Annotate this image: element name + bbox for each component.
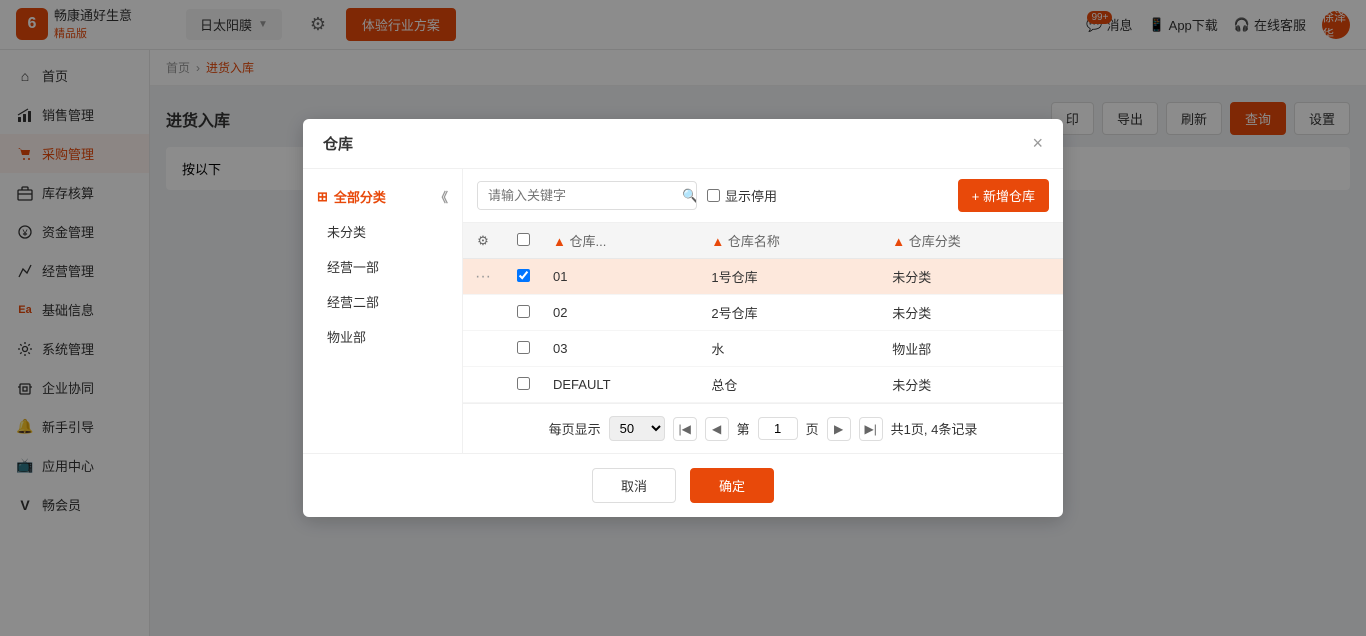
per-page-select[interactable]: 50 100	[609, 416, 665, 441]
sidebar-category-ops1[interactable]: 经营一部	[303, 249, 462, 284]
collapse-icon: 《	[435, 187, 448, 206]
category-label-unclassified: 未分类	[327, 225, 366, 240]
row-checkbox[interactable]	[517, 305, 530, 318]
row-more-icon[interactable]: ···	[475, 268, 491, 285]
last-page-button[interactable]: ▶|	[859, 417, 883, 441]
row-category: 物业部	[882, 331, 1063, 367]
col-name-header: ▲ 仓库名称	[701, 223, 882, 259]
row-category: 未分类	[882, 259, 1063, 295]
table-row[interactable]: 03 水 物业部	[463, 331, 1063, 367]
dialog-sidebar-header[interactable]: ⊞ 全部分类 《	[303, 179, 462, 214]
dialog-body: ⊞ 全部分类 《 未分类 经营一部 经营二部 物业部	[303, 169, 1063, 453]
dialog-header: 仓库 ×	[303, 119, 1063, 169]
row-name: 2号仓库	[701, 295, 882, 331]
dialog-sidebar: ⊞ 全部分类 《 未分类 经营一部 经营二部 物业部	[303, 169, 463, 453]
total-label: 共1页, 4条记录	[891, 419, 978, 438]
sidebar-category-ops2[interactable]: 经营二部	[303, 284, 462, 319]
warehouse-table: ⚙ ▲ 仓库... ▲ 仓库名称	[463, 223, 1063, 403]
col-check	[503, 223, 543, 259]
row-category: 未分类	[882, 367, 1063, 403]
row-code: DEFAULT	[543, 367, 701, 403]
next-page-button[interactable]: ▶	[827, 417, 851, 441]
table-row[interactable]: DEFAULT 总仓 未分类	[463, 367, 1063, 403]
dialog-close-button[interactable]: ×	[1032, 133, 1043, 154]
col-category-header: ▲ 仓库分类	[882, 223, 1063, 259]
dialog-title: 仓库	[323, 133, 353, 154]
row-checkbox[interactable]	[517, 269, 530, 282]
sidebar-category-property[interactable]: 物业部	[303, 319, 462, 354]
sidebar-category-unclassified[interactable]: 未分类	[303, 214, 462, 249]
dialog-footer: 取消 确定	[303, 453, 1063, 517]
row-checkbox-cell	[503, 367, 543, 403]
row-code: 02	[543, 295, 701, 331]
row-category: 未分类	[882, 295, 1063, 331]
dialog-table-wrap: ⚙ ▲ 仓库... ▲ 仓库名称	[463, 223, 1063, 403]
search-input[interactable]	[478, 182, 674, 209]
table-row[interactable]: 02 2号仓库 未分类	[463, 295, 1063, 331]
show-disabled-checkbox[interactable]	[707, 189, 720, 202]
row-checkbox[interactable]	[517, 341, 530, 354]
row-checkbox-cell	[503, 295, 543, 331]
row-code: 03	[543, 331, 701, 367]
row-name: 水	[701, 331, 882, 367]
category-label-property: 物业部	[327, 330, 366, 345]
row-checkbox-cell	[503, 259, 543, 295]
category-label-ops1: 经营一部	[327, 260, 379, 275]
row-checkbox[interactable]	[517, 377, 530, 390]
table-header-row: ⚙ ▲ 仓库... ▲ 仓库名称	[463, 223, 1063, 259]
warehouse-dialog: 仓库 × ⊞ 全部分类 《 未分类 经营一部	[303, 119, 1063, 517]
modal-overlay: 仓库 × ⊞ 全部分类 《 未分类 经营一部	[0, 0, 1366, 636]
new-warehouse-button[interactable]: + 新增仓库	[958, 179, 1049, 212]
pagination: 每页显示 50 100 |◀ ◀ 第 页 ▶ ▶| 共1页, 4条记录	[463, 403, 1063, 453]
page-word: 第	[737, 419, 750, 438]
row-actions: ···	[463, 259, 503, 295]
confirm-button[interactable]: 确定	[690, 468, 774, 503]
col-code-header: ▲ 仓库...	[543, 223, 701, 259]
col-gear: ⚙	[463, 223, 503, 259]
category-label-ops2: 经营二部	[327, 295, 379, 310]
row-name: 1号仓库	[701, 259, 882, 295]
show-disabled-label[interactable]: 显示停用	[707, 186, 777, 205]
row-code: 01	[543, 259, 701, 295]
table-row[interactable]: ··· 01 1号仓库 未分类	[463, 259, 1063, 295]
search-box: 🔍	[477, 181, 697, 210]
table-body: ··· 01 1号仓库 未分类 02 2号仓库 未分类	[463, 259, 1063, 403]
row-actions	[463, 295, 503, 331]
search-icon[interactable]: 🔍	[674, 188, 697, 204]
grid-icon: ⊞	[317, 189, 328, 205]
row-actions	[463, 367, 503, 403]
row-checkbox-cell	[503, 331, 543, 367]
all-categories-label: 全部分类	[334, 187, 386, 206]
row-actions	[463, 331, 503, 367]
select-all-checkbox[interactable]	[517, 233, 530, 246]
dialog-toolbar: 🔍 显示停用 + 新增仓库	[463, 169, 1063, 223]
row-name: 总仓	[701, 367, 882, 403]
page-input[interactable]	[758, 417, 798, 440]
dialog-main: 🔍 显示停用 + 新增仓库 ⚙	[463, 169, 1063, 453]
prev-page-button[interactable]: ◀	[705, 417, 729, 441]
per-page-label: 每页显示	[549, 419, 601, 438]
first-page-button[interactable]: |◀	[673, 417, 697, 441]
gear-header-icon: ⚙	[477, 233, 489, 248]
page-label: 页	[806, 419, 819, 438]
show-disabled-text: 显示停用	[725, 186, 777, 205]
cancel-button[interactable]: 取消	[592, 468, 676, 503]
